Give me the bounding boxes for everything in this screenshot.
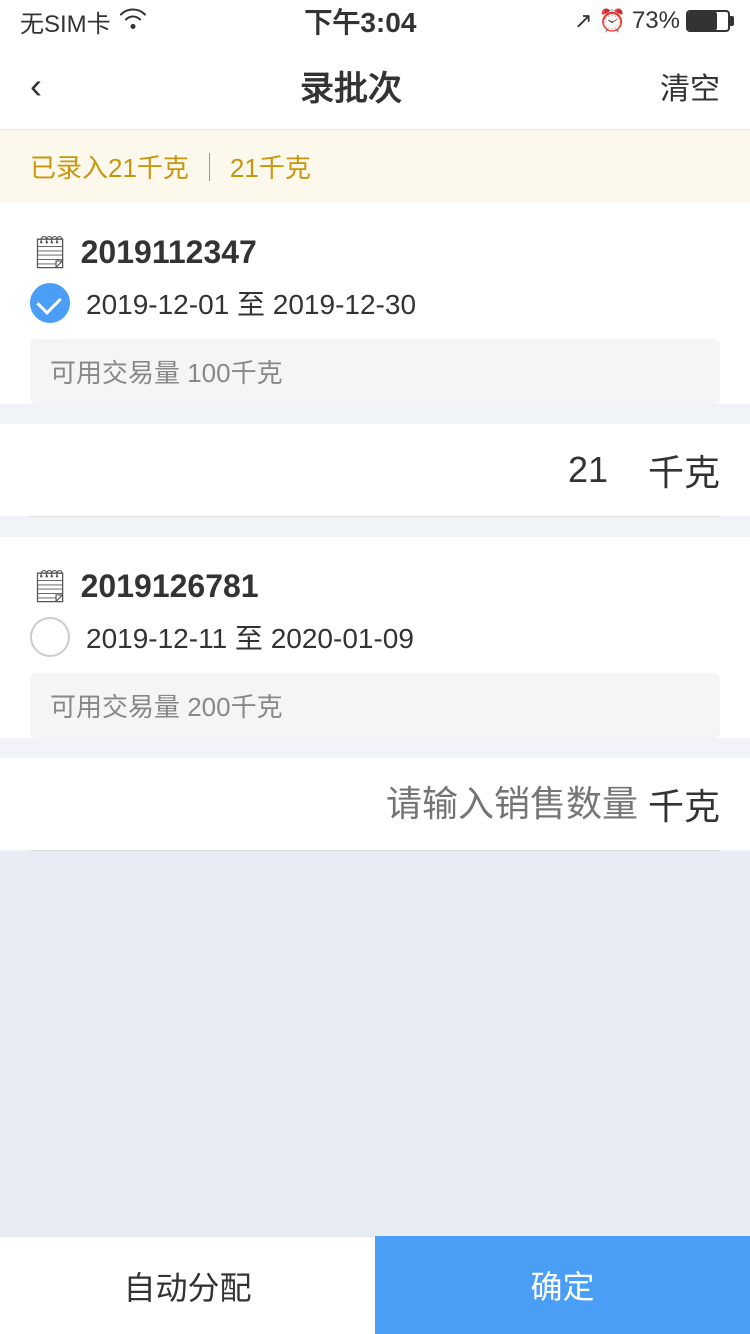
battery-percent: 73% (632, 7, 680, 35)
status-left: 无SIM卡 (20, 4, 147, 39)
item-2-quantity-input[interactable] (30, 783, 638, 825)
item-2-date: 2019-12-11 至 2020-01-09 (86, 617, 414, 657)
nav-bar: ‹ 录批次 清空 (0, 42, 750, 130)
info-banner: 已录入21千克 21千克 (0, 130, 750, 203)
item-1-quantity-value: 21 (568, 449, 608, 491)
doc-icon-1: 🗒 (30, 233, 71, 271)
item-1-available: 可用交易量 100千克 (30, 339, 720, 404)
wifi-icon (119, 7, 147, 36)
battery-icon (686, 10, 730, 32)
item-1-date-row[interactable]: 2019-12-01 至 2019-12-30 (30, 283, 720, 323)
status-bar: 无SIM卡 下午3:04 ↗ ⏰ 73% (0, 0, 750, 42)
item-1-header: 🗒 2019112347 (30, 233, 720, 271)
bottom-area (0, 851, 750, 1281)
item-1-id: 2019112347 (81, 234, 257, 271)
alarm-icon: ⏰ (599, 8, 626, 34)
page-title: 录批次 (300, 61, 402, 110)
item-2-unit: 千克 (648, 778, 720, 830)
back-button[interactable]: ‹ (30, 65, 42, 107)
item-2-date-row[interactable]: 2019-12-11 至 2020-01-09 (30, 617, 720, 657)
item-1: 🗒 2019112347 2019-12-01 至 2019-12-30 可用交… (0, 203, 750, 404)
item-1-radio[interactable] (30, 283, 70, 323)
item-1-date: 2019-12-01 至 2019-12-30 (86, 283, 416, 323)
footer: 自动分配 确定 (0, 1236, 750, 1334)
item-2-id: 2019126781 (81, 568, 259, 605)
item-1-unit: 千克 (648, 444, 720, 496)
banner-divider (209, 153, 210, 181)
section-gap-1 (0, 517, 750, 537)
item-1-quantity-row: 21 千克 (0, 424, 750, 516)
item-2: 🗒 2019126781 2019-12-11 至 2020-01-09 可用交… (0, 537, 750, 738)
clear-button[interactable]: 清空 (660, 64, 720, 108)
location-icon: ↗ (574, 8, 592, 34)
confirm-button[interactable]: 确定 (375, 1236, 750, 1334)
item-2-radio[interactable] (30, 617, 70, 657)
item-2-quantity-row: 千克 (0, 758, 750, 850)
status-right: ↗ ⏰ 73% (574, 7, 730, 35)
item-2-available: 可用交易量 200千克 (30, 673, 720, 738)
status-time: 下午3:04 (304, 1, 416, 41)
recorded-label: 已录入21千克 (30, 148, 189, 185)
item-2-header: 🗒 2019126781 (30, 567, 720, 605)
doc-icon-2: 🗒 (30, 567, 71, 605)
sim-text: 无SIM卡 (20, 4, 111, 39)
recorded-value: 21千克 (230, 148, 311, 185)
auto-distribute-button[interactable]: 自动分配 (0, 1236, 375, 1334)
